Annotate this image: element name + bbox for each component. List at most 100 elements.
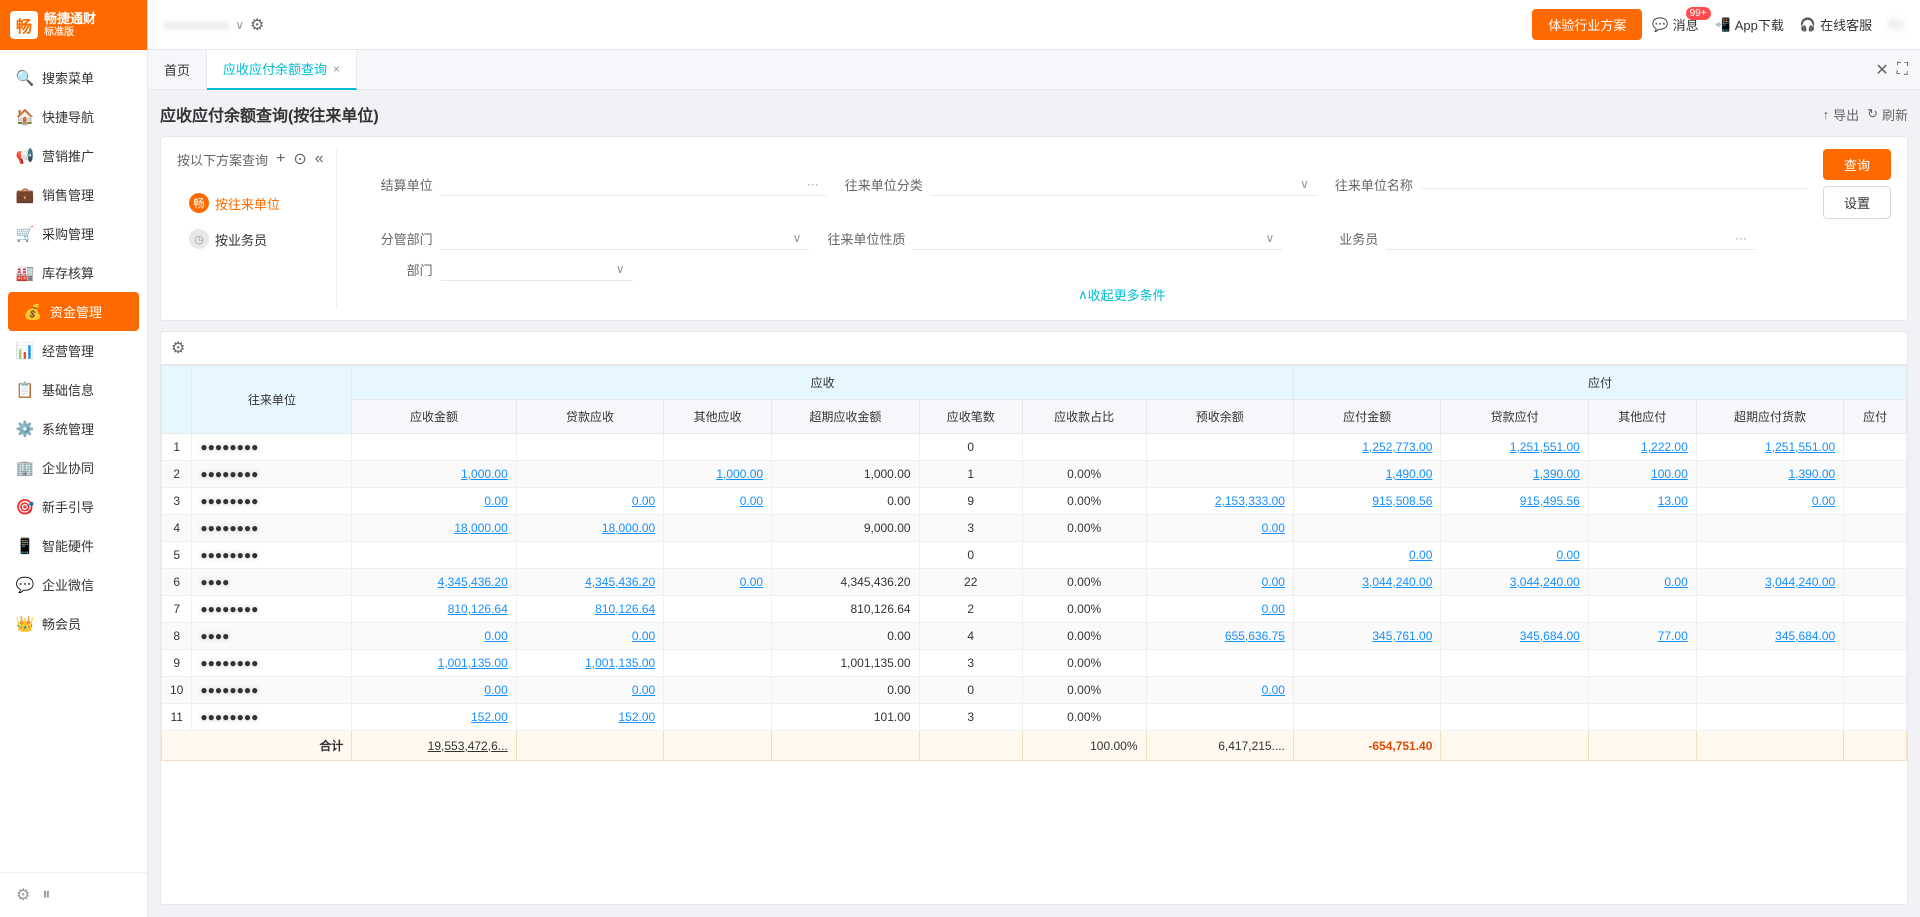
data-table-container: ⚙ 往来单位 应收 应付 应收金额 贷款应收 其他应收	[160, 331, 1908, 905]
table-cell: 0.00	[1696, 488, 1843, 515]
table-cell: 0.00	[664, 488, 772, 515]
plan-button[interactable]: 体验行业方案	[1532, 9, 1642, 40]
service-button[interactable]: 🎧 在线客服	[1800, 15, 1872, 34]
sidebar-item-operation[interactable]: 📊 经营管理	[0, 331, 147, 370]
table-cell	[664, 704, 772, 731]
table-cell: 1,000.00	[664, 461, 772, 488]
table-cell: 0.00	[516, 488, 663, 515]
sidebar-item-guide[interactable]: 🎯 新手引导	[0, 487, 147, 526]
sidebar-item-hardware[interactable]: 📱 智能硬件	[0, 526, 147, 565]
table-cell: 0.00	[772, 488, 919, 515]
settings-button[interactable]: 设置	[1823, 186, 1891, 219]
user-menu[interactable]: Rit	[1888, 17, 1904, 32]
dept-input[interactable]: ∨	[441, 258, 633, 281]
footer-empty-3	[772, 731, 919, 761]
row-no: 9	[162, 650, 192, 677]
sidebar-item-marketing[interactable]: 📢 营销推广	[0, 136, 147, 175]
filter-collapse-btn[interactable]: ∧ 收起更多条件	[353, 281, 1891, 308]
edit-scheme-icon[interactable]: ⊙	[293, 149, 306, 169]
query-button[interactable]: 查询	[1823, 149, 1891, 180]
sidebar-item-enterprise[interactable]: 🏢 企业协同	[0, 448, 147, 487]
table-row: 4 ●●●●●●●● 18,000.00 18,000.00 9,000.00 …	[162, 515, 1907, 542]
export-button[interactable]: ↑ 导出	[1823, 105, 1860, 124]
add-scheme-icon[interactable]: +	[276, 150, 285, 168]
table-row: 7 ●●●●●●●● 810,126.64 810,126.64 810,126…	[162, 596, 1907, 623]
sidebar-item-search[interactable]: 🔍 搜索菜单	[0, 58, 147, 97]
tab-fullscreen-icon[interactable]: ⛶	[1897, 61, 1908, 79]
row-no: 7	[162, 596, 192, 623]
table-cell: 3,044,240.00	[1696, 569, 1843, 596]
header-gear-icon[interactable]: ⚙	[250, 15, 264, 35]
tab-home[interactable]: 首页	[148, 50, 207, 90]
tab-ar-ap[interactable]: 应收应付余额查询 ×	[207, 50, 357, 90]
table-cell: 2	[919, 596, 1022, 623]
sidebar-item-wechat[interactable]: 💬 企业微信	[0, 565, 147, 604]
table-scroll[interactable]: 往来单位 应收 应付 应收金额 贷款应收 其他应收 超期应收金额 应收笔数 应收…	[161, 365, 1907, 904]
collapse-footer-icon[interactable]: ⏸	[42, 886, 50, 904]
row-no: 6	[162, 569, 192, 596]
table-cell	[1844, 542, 1907, 569]
top-header: ●●●●●●●●● ∨ ⚙ 体验行业方案 💬 消息 99+ 📲 App下载 🎧 …	[148, 0, 1920, 50]
table-cell: 0.00%	[1022, 704, 1146, 731]
table-cell: 1,390.00	[1441, 461, 1588, 488]
settlement-input[interactable]: ···	[441, 173, 827, 196]
sidebar-item-basic[interactable]: 📋 基础信息	[0, 370, 147, 409]
footer-ar-total[interactable]: 19,553,472,6...	[352, 731, 516, 761]
message-button[interactable]: 💬 消息 99+	[1652, 15, 1698, 34]
table-cell	[664, 650, 772, 677]
table-cell	[772, 542, 919, 569]
scheme-item-unit[interactable]: 畅 按往来单位	[177, 187, 324, 219]
col-ap-overdue-header: 超期应付货款	[1696, 400, 1843, 434]
app-download-button[interactable]: 📲 App下载	[1715, 15, 1784, 34]
table-cell: 0	[919, 434, 1022, 461]
sidebar-item-member[interactable]: 👑 畅会员	[0, 604, 147, 643]
table-cell	[1844, 623, 1907, 650]
salesman-input[interactable]: ···	[1386, 227, 1755, 250]
tab-close-icon[interactable]: ×	[333, 62, 340, 76]
header-chevron-icon[interactable]: ∨	[235, 18, 244, 32]
settings-footer-icon[interactable]: ⚙	[16, 885, 30, 905]
table-cell	[664, 677, 772, 704]
scheme-item-salesman[interactable]: ◷ 按业务员	[177, 223, 324, 255]
table-cell	[1844, 434, 1907, 461]
sidebar-item-label: 快捷导航	[42, 107, 94, 126]
sidebar-item-warehouse[interactable]: 🏭 库存核算	[0, 253, 147, 292]
table-cell: 0.00%	[1022, 515, 1146, 542]
dept-charge-label: 分管部门	[353, 229, 433, 248]
unit-nature-input[interactable]: ∨	[913, 227, 1282, 250]
table-cell	[664, 596, 772, 623]
refresh-button[interactable]: ↻ 刷新	[1867, 105, 1908, 124]
col-ar-ratio-header: 应收款占比	[1022, 400, 1146, 434]
sidebar-item-label: 营销推广	[42, 146, 94, 165]
table-cell	[1844, 515, 1907, 542]
row-no: 3	[162, 488, 192, 515]
export-icon: ↑	[1823, 107, 1830, 122]
table-cell: 1,000.00	[772, 461, 919, 488]
logo-sub: 标准版	[44, 27, 96, 39]
dept-charge-input[interactable]: ∨	[441, 227, 810, 250]
dept-icon: ∨	[616, 262, 625, 276]
category-input[interactable]: ∨	[931, 173, 1317, 196]
page-actions: ↑ 导出 ↻ 刷新	[1823, 105, 1908, 124]
table-cell: 915,495.56	[1441, 488, 1588, 515]
table-cell: 655,636.75	[1146, 623, 1293, 650]
sidebar-item-system[interactable]: ⚙️ 系统管理	[0, 409, 147, 448]
sidebar-item-sales[interactable]: 💼 销售管理	[0, 175, 147, 214]
table-cell: 0.00	[772, 677, 919, 704]
salesman-icon: ···	[1735, 231, 1747, 245]
table-settings-icon[interactable]: ⚙	[171, 338, 185, 358]
tab-close-all-icon[interactable]: ✕	[1875, 60, 1888, 80]
sidebar-item-finance[interactable]: 💰 资金管理	[8, 292, 139, 331]
sidebar-item-label: 资金管理	[50, 302, 102, 321]
message-badge: 99+	[1686, 7, 1711, 20]
sidebar-item-purchase[interactable]: 🛒 采购管理	[0, 214, 147, 253]
table-cell	[1588, 596, 1696, 623]
col-ap-amount-header: 应付金额	[1293, 400, 1440, 434]
unitname-input[interactable]	[1421, 180, 1807, 189]
sidebar-item-shortcut[interactable]: 🏠 快捷导航	[0, 97, 147, 136]
col-ap-tail-header: 应付	[1844, 400, 1907, 434]
prev-scheme-icon[interactable]: «	[315, 150, 324, 168]
table-cell: 4,345,436.20	[516, 569, 663, 596]
table-cell: 0.00	[1441, 542, 1588, 569]
filter-field-settlement: 结算单位 ···	[353, 173, 827, 196]
